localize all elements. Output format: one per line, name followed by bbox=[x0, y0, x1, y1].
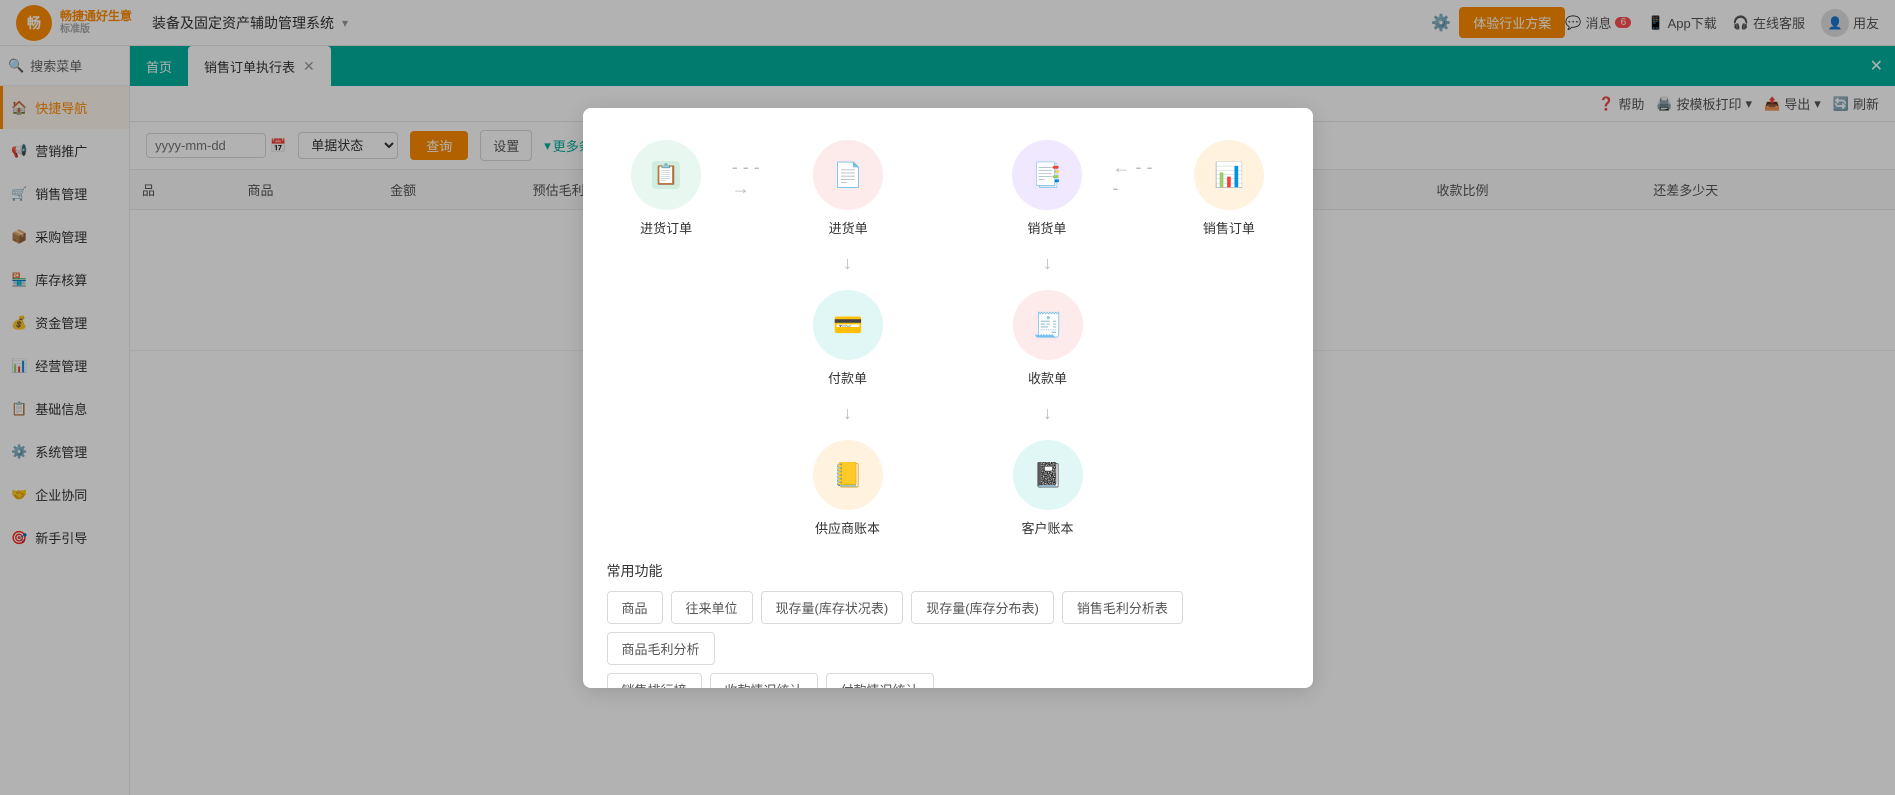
sale-order-circle: 📊 bbox=[1194, 140, 1264, 210]
flow-row-3: 📒 供应商账本 📓 客户账本 bbox=[628, 432, 1268, 545]
flow-row-arrows2: ↓ ↓ bbox=[628, 395, 1268, 432]
flow-row-arrows: ↓ ↓ bbox=[628, 245, 1268, 282]
arrow-down-sale-bill: ↓ bbox=[988, 253, 1108, 274]
flow-node-payment: 💳 付款单 bbox=[788, 290, 908, 387]
purchase-bill-circle: 📄 bbox=[813, 140, 883, 210]
arrow-down-purchase-bill: ↓ bbox=[788, 253, 908, 274]
cf-btn-product[interactable]: 商品 bbox=[607, 591, 663, 624]
flow-node-sale-order: 📊 销售订单 bbox=[1169, 140, 1288, 237]
sale-bill-circle: 📑 bbox=[1012, 140, 1082, 210]
cf-btn-sales-profit[interactable]: 销售毛利分析表 bbox=[1062, 591, 1183, 624]
arrow-sale-order-to-bill: ← - - - bbox=[1107, 157, 1170, 219]
supplier-ledger-circle: 📒 bbox=[813, 440, 883, 510]
flow-diagram: 📋 进货订单 - - - → 📄 进货单 bbox=[607, 132, 1289, 545]
flow-node-supplier-ledger: 📒 供应商账本 bbox=[788, 440, 908, 537]
svg-text:📊: 📊 bbox=[1214, 161, 1244, 189]
modal-overlay[interactable]: 📋 进货订单 - - - → 📄 进货单 bbox=[0, 0, 1895, 795]
payment-label: 付款单 bbox=[828, 368, 867, 387]
sale-bill-label: 销货单 bbox=[1027, 218, 1066, 237]
cf-btn-stock-status[interactable]: 现存量(库存状况表) bbox=[761, 591, 904, 624]
cf-btn-receipt-stats[interactable]: 收款情况统计 bbox=[710, 673, 818, 688]
arrow-purchase-to-bill: - - - → bbox=[726, 157, 789, 219]
payment-circle: 💳 bbox=[813, 290, 883, 360]
flow-node-sale-bill: 📑 销货单 bbox=[987, 140, 1106, 237]
purchase-order-label: 进货订单 bbox=[640, 218, 692, 237]
flow-node-receipt: 🧾 收款单 bbox=[988, 290, 1108, 387]
cf-btn-partner[interactable]: 往来单位 bbox=[671, 591, 753, 624]
receipt-label: 收款单 bbox=[1028, 368, 1067, 387]
flow-node-customer-ledger: 📓 客户账本 bbox=[988, 440, 1108, 537]
svg-text:📒: 📒 bbox=[833, 462, 863, 489]
app-container: 畅 畅捷通好生意 标准版 装备及固定资产辅助管理系统 ▾ ⚙️ 体验行业方案 💬… bbox=[0, 0, 1895, 795]
svg-text:📄: 📄 bbox=[833, 161, 863, 189]
receipt-circle: 🧾 bbox=[1013, 290, 1083, 360]
common-functions: 常用功能 商品 往来单位 现存量(库存状况表) 现存量(库存分布表) 销售毛利分… bbox=[607, 561, 1289, 688]
cf-btn-sales-rank[interactable]: 销售排行榜 bbox=[607, 673, 702, 688]
sale-order-label: 销售订单 bbox=[1203, 218, 1255, 237]
customer-ledger-circle: 📓 bbox=[1013, 440, 1083, 510]
cf-btn-payment-stats[interactable]: 付款情况统计 bbox=[826, 673, 934, 688]
cf-title: 常用功能 bbox=[607, 561, 1289, 581]
cf-btn-stock-dist[interactable]: 现存量(库存分布表) bbox=[911, 591, 1054, 624]
purchase-order-circle: 📋 bbox=[631, 140, 701, 210]
flow-node-purchase-bill: 📄 进货单 bbox=[788, 140, 907, 237]
flow-row-2: 💳 付款单 🧾 收款单 bbox=[628, 282, 1268, 395]
flow-row-1: 📋 进货订单 - - - → 📄 进货单 bbox=[607, 132, 1289, 245]
arrow-down-receipt: ↓ bbox=[988, 403, 1108, 424]
modal: 📋 进货订单 - - - → 📄 进货单 bbox=[583, 108, 1313, 688]
flow-node-purchase-order: 📋 进货订单 bbox=[607, 140, 726, 237]
customer-ledger-label: 客户账本 bbox=[1021, 518, 1073, 537]
svg-text:🧾: 🧾 bbox=[1033, 311, 1063, 339]
svg-text:💳: 💳 bbox=[833, 312, 863, 339]
cf-buttons: 商品 往来单位 现存量(库存状况表) 现存量(库存分布表) 销售毛利分析表 商品… bbox=[607, 591, 1289, 665]
svg-text:📓: 📓 bbox=[1033, 462, 1063, 489]
supplier-ledger-label: 供应商账本 bbox=[815, 518, 880, 537]
svg-text:📋: 📋 bbox=[654, 162, 679, 186]
cf-btn-product-profit[interactable]: 商品毛利分析 bbox=[607, 632, 715, 665]
purchase-bill-label: 进货单 bbox=[829, 218, 868, 237]
arrow-down-payment: ↓ bbox=[788, 403, 908, 424]
svg-text:📑: 📑 bbox=[1032, 161, 1062, 189]
cf-buttons-row2: 销售排行榜 收款情况统计 付款情况统计 bbox=[607, 673, 1289, 688]
